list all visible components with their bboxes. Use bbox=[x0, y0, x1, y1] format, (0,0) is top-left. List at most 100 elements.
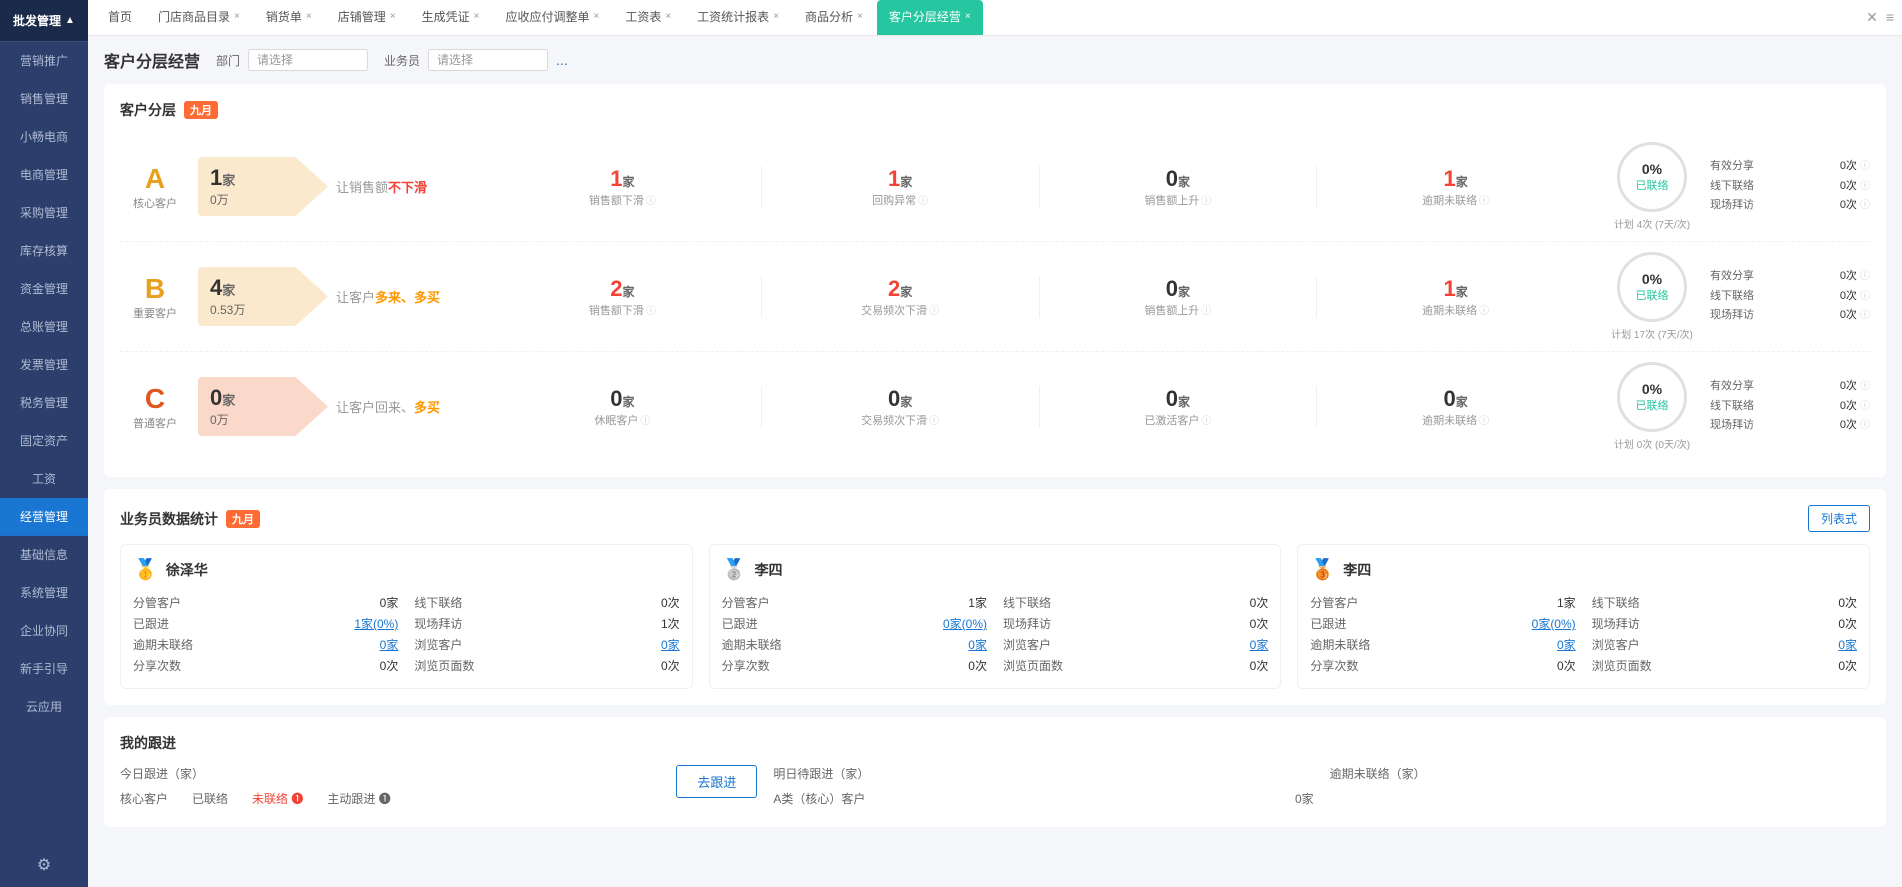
tab-工资表[interactable]: 工资表× bbox=[613, 0, 683, 35]
info-icon[interactable]: ⓘ bbox=[929, 412, 939, 427]
staff-select[interactable]: 请选择 bbox=[428, 49, 548, 71]
followup-grid: 今日跟进（家） 核心客户 已联络 未联络 ❶ 主动跟进 ❶ bbox=[120, 765, 1870, 811]
info-icon[interactable]: ⓘ bbox=[918, 192, 928, 207]
info-icon[interactable]: ⓘ bbox=[1860, 310, 1870, 321]
stat-value[interactable]: 0家(0%) bbox=[943, 615, 987, 632]
sidebar-item-资金管理[interactable]: 资金管理 bbox=[0, 270, 88, 308]
sidebar-item-小畅电商[interactable]: 小畅电商 bbox=[0, 118, 88, 156]
sidebar-item-企业协同[interactable]: 企业协同 bbox=[0, 612, 88, 650]
stat-value[interactable]: 0家 bbox=[968, 636, 987, 653]
info-icon[interactable]: ⓘ bbox=[1860, 200, 1870, 211]
tab-close-icon-工资表[interactable]: × bbox=[665, 11, 671, 22]
tab-销货单[interactable]: 销货单× bbox=[254, 0, 324, 35]
stat-value[interactable]: 0家 bbox=[1838, 636, 1857, 653]
info-icon[interactable]: ⓘ bbox=[1479, 192, 1489, 207]
tier-stats-C: 0家 休眠客户 ⓘ 0家 交易频次下滑 ⓘ 0家 已激活客户 ⓘ 0家 逾期未联… bbox=[484, 386, 1594, 428]
customer-section: 客户分层 九月 A核心客户 1家 0万 让销售额不下滑 1家 销售额下滑 ⓘ 1… bbox=[104, 84, 1886, 477]
tier-slogan-B: 让客户多来、多买 bbox=[336, 287, 476, 306]
tier-right-stats-A: 有效分享0次 ⓘ线下联络0次 ⓘ现场拜访0次 ⓘ bbox=[1710, 157, 1870, 216]
info-icon[interactable]: ⓘ bbox=[1479, 412, 1489, 427]
stat-label: 已跟进 bbox=[1310, 615, 1346, 632]
sidebar-item-税务管理[interactable]: 税务管理 bbox=[0, 384, 88, 422]
tab-close-icon-商品分析[interactable]: × bbox=[857, 11, 863, 22]
sidebar-item-固定资产[interactable]: 固定资产 bbox=[0, 422, 88, 460]
sidebar-item-云应用[interactable]: 云应用 bbox=[0, 688, 88, 726]
info-icon[interactable]: ⓘ bbox=[1860, 161, 1870, 172]
info-icon[interactable]: ⓘ bbox=[1860, 420, 1870, 431]
sidebar-expand-icon[interactable]: ▲ bbox=[65, 15, 75, 26]
tab-close-all-icon[interactable]: ✕ bbox=[1866, 9, 1878, 26]
stat-value: 1家 bbox=[968, 594, 987, 611]
tab-bar-actions: ✕ ≡ bbox=[1866, 9, 1894, 26]
today-uncontacted: 未联络 ❶ bbox=[252, 790, 303, 811]
sidebar-item-库存核算[interactable]: 库存核算 bbox=[0, 232, 88, 270]
staff-stat-row: 分享次数0次 bbox=[133, 655, 398, 676]
sidebar-item-总账管理[interactable]: 总账管理 bbox=[0, 308, 88, 346]
info-icon[interactable]: ⓘ bbox=[640, 412, 650, 427]
stat-label: 现场拜访 bbox=[1003, 615, 1051, 632]
sidebar-item-工资[interactable]: 工资 bbox=[0, 460, 88, 498]
staff-stat-row: 分管客户 1家 bbox=[722, 592, 987, 613]
sidebar-item-发票管理[interactable]: 发票管理 bbox=[0, 346, 88, 384]
tab-close-icon-门店商品目录[interactable]: × bbox=[234, 11, 240, 22]
info-icon[interactable]: ⓘ bbox=[1201, 192, 1211, 207]
tab-店铺管理[interactable]: 店铺管理× bbox=[326, 0, 408, 35]
stat-value[interactable]: 1家(0%) bbox=[354, 615, 398, 632]
tab-menu-icon[interactable]: ≡ bbox=[1886, 9, 1894, 26]
staff-stat-row: 浏览页面数0次 bbox=[414, 655, 679, 676]
stat-value[interactable]: 0家 bbox=[661, 636, 680, 653]
stat-label: 分管客户 bbox=[722, 594, 770, 611]
tab-close-icon-应收应付调整单[interactable]: × bbox=[593, 11, 599, 22]
stat-label: 现场拜访 bbox=[1592, 615, 1640, 632]
info-icon[interactable]: ⓘ bbox=[646, 192, 656, 207]
sidebar-item-销售管理[interactable]: 销售管理 bbox=[0, 80, 88, 118]
tab-close-icon-销货单[interactable]: × bbox=[306, 11, 312, 22]
info-icon[interactable]: ⓘ bbox=[646, 302, 656, 317]
stat-value[interactable]: 0家(0%) bbox=[1532, 615, 1576, 632]
tab-close-icon-店铺管理[interactable]: × bbox=[390, 11, 396, 22]
stat-value[interactable]: 0家 bbox=[1557, 636, 1576, 653]
sidebar-item-经营管理[interactable]: 经营管理 bbox=[0, 498, 88, 536]
sidebar-item-营销推广[interactable]: 营销推广 bbox=[0, 42, 88, 80]
info-icon[interactable]: ⓘ bbox=[1479, 302, 1489, 317]
stat-label: 已跟进 bbox=[133, 615, 169, 632]
tab-close-icon-客户分层经营[interactable]: × bbox=[965, 11, 971, 22]
sidebar-item-系统管理[interactable]: 系统管理 bbox=[0, 574, 88, 612]
tab-close-icon-生成凭证[interactable]: × bbox=[474, 11, 480, 22]
list-view-btn[interactable]: 列表式 bbox=[1808, 505, 1870, 532]
sidebar-item-新手引导[interactable]: 新手引导 bbox=[0, 650, 88, 688]
sidebar-item-电商管理[interactable]: 电商管理 bbox=[0, 156, 88, 194]
stat-value[interactable]: 0家 bbox=[1250, 636, 1269, 653]
info-icon[interactable]: ⓘ bbox=[1860, 381, 1870, 392]
sidebar-item-采购管理[interactable]: 采购管理 bbox=[0, 194, 88, 232]
goto-followup-btn[interactable]: 去跟进 bbox=[676, 765, 757, 798]
info-icon[interactable]: ⓘ bbox=[929, 302, 939, 317]
dept-select[interactable]: 请选择 bbox=[248, 49, 368, 71]
info-icon[interactable]: ⓘ bbox=[1860, 181, 1870, 192]
tab-生成凭证[interactable]: 生成凭证× bbox=[410, 0, 492, 35]
tab-客户分层经营[interactable]: 客户分层经营× bbox=[877, 0, 983, 35]
staff-stat-row: 浏览页面数0次 bbox=[1003, 655, 1268, 676]
stat-value[interactable]: 0家 bbox=[380, 636, 399, 653]
info-icon[interactable]: ⓘ bbox=[1201, 302, 1211, 317]
stat-value: 1次 bbox=[661, 615, 680, 632]
tab-工资统计报表[interactable]: 工资统计报表× bbox=[685, 0, 791, 35]
tab-门店商品目录[interactable]: 门店商品目录× bbox=[146, 0, 252, 35]
info-icon[interactable]: ⓘ bbox=[1860, 271, 1870, 282]
staff-card-李四: 🥈李四分管客户1家已跟进0家(0%)逾期未联络0家分享次数0次线下联络0次现场拜… bbox=[709, 544, 1282, 689]
settings-icon[interactable]: ⚙ bbox=[0, 843, 88, 887]
stat-item: 2家 交易频次下滑 ⓘ bbox=[762, 276, 1040, 318]
info-icon[interactable]: ⓘ bbox=[1860, 401, 1870, 412]
sidebar-item-基础信息[interactable]: 基础信息 bbox=[0, 536, 88, 574]
followup-header: 我的跟进 bbox=[120, 733, 1870, 753]
stat-label: 分享次数 bbox=[1310, 657, 1358, 674]
tab-首页[interactable]: 首页 bbox=[96, 0, 144, 35]
sidebar-header[interactable]: 批发管理 ▲ bbox=[0, 0, 88, 42]
tab-close-icon-工资统计报表[interactable]: × bbox=[773, 11, 779, 22]
tab-商品分析[interactable]: 商品分析× bbox=[793, 0, 875, 35]
info-icon[interactable]: ⓘ bbox=[1201, 412, 1211, 427]
stat-label: 线下联络 bbox=[1592, 594, 1640, 611]
info-icon[interactable]: ⓘ bbox=[1860, 291, 1870, 302]
tab-应收应付调整单[interactable]: 应收应付调整单× bbox=[493, 0, 611, 35]
more-filters-btn[interactable]: ... bbox=[556, 52, 568, 68]
